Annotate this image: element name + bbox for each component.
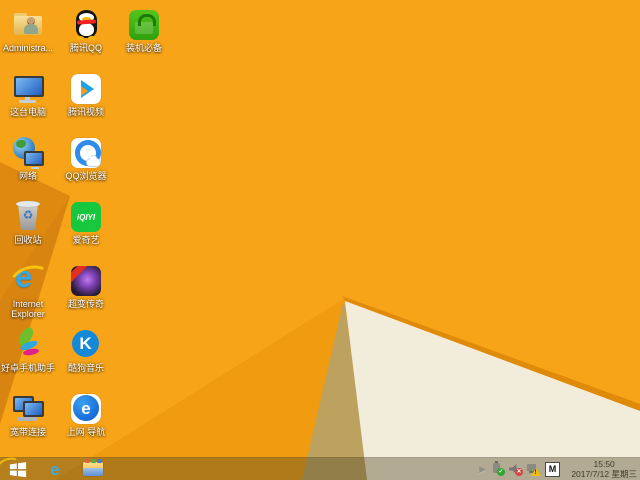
desktop-icon-web-nav[interactable]: e 上网 导航: [58, 392, 114, 454]
tencent-video-icon: [69, 72, 103, 106]
desktop-icon-internet-explorer[interactable]: e Internet Explorer: [0, 264, 56, 326]
icon-label: 装机必备: [126, 43, 162, 53]
iqiyi-icon: iQIYI: [69, 200, 103, 234]
clock-date: 2017/7/12 星期三: [571, 469, 637, 479]
taskbar: e ▶ ✓ ✕ ! M 15:50 2017/7/12 星期: [0, 457, 640, 480]
desktop-icon-administrator[interactable]: Administra...: [0, 8, 56, 70]
qq-penguin-icon: [69, 8, 103, 42]
icon-label: 腾讯QQ: [70, 43, 102, 53]
desktop-icon-iqiyi[interactable]: iQIYI 爱奇艺: [58, 200, 114, 262]
game-icon: [69, 264, 103, 298]
file-explorer-icon: [83, 462, 103, 476]
taskbar-explorer-button[interactable]: [74, 458, 112, 480]
desktop-icon-chuanqi-game[interactable]: 超变传奇: [58, 264, 114, 326]
icon-label: 酷狗音乐: [68, 363, 104, 373]
admin-folder-icon: [11, 8, 45, 42]
phone-assistant-icon: [11, 328, 45, 362]
desktop-icon-zhuangji-bibei[interactable]: 装机必备: [116, 8, 172, 70]
icon-label: 好卓手机助手: [1, 363, 55, 373]
icon-label: Administra...: [3, 43, 53, 53]
icon-label: 爱奇艺: [72, 235, 99, 245]
icon-label: 腾讯视频: [68, 107, 104, 117]
internet-explorer-icon: e: [11, 264, 45, 298]
desktop-icon-qq-browser[interactable]: QQ浏览器: [58, 136, 114, 198]
broadband-connection-icon: [11, 392, 45, 426]
qq-browser-icon: [69, 136, 103, 170]
desktop-icon-haozhuo-assistant[interactable]: 好卓手机助手: [0, 328, 56, 390]
desktop-icon-tencent-qq[interactable]: 腾讯QQ: [58, 8, 114, 70]
icon-label: 网络: [19, 171, 37, 181]
icon-label: QQ浏览器: [65, 171, 106, 181]
desktop-icon-kugou-music[interactable]: K 酷狗音乐: [58, 328, 114, 390]
input-method-indicator[interactable]: M: [545, 462, 560, 477]
desktop: Administra... 腾讯QQ 装机必备 这台电脑 腾讯视频: [0, 0, 640, 480]
green-bag-icon: [127, 8, 161, 42]
icon-label: 回收站: [14, 235, 41, 245]
system-tray: ▶ ✓ ✕ ! M: [479, 458, 560, 480]
icon-label: Internet Explorer: [0, 299, 56, 319]
network-warning-icon[interactable]: !: [527, 462, 540, 476]
ie-icon: e: [50, 461, 59, 478]
icon-label: 超变传奇: [68, 299, 104, 309]
safely-remove-hardware-icon[interactable]: ✓: [491, 462, 504, 476]
icon-label: 宽带连接: [10, 427, 46, 437]
web-nav-icon: e: [69, 392, 103, 426]
icon-label: 上网 导航: [67, 427, 106, 437]
desktop-icon-this-pc[interactable]: 这台电脑: [0, 72, 56, 134]
desktop-icon-network[interactable]: 网络: [0, 136, 56, 198]
desktop-icon-broadband[interactable]: 宽带连接: [0, 392, 56, 454]
computer-icon: [11, 72, 45, 106]
icon-label: 这台电脑: [10, 107, 46, 117]
desktop-icon-tencent-video[interactable]: 腾讯视频: [58, 72, 114, 134]
kugou-icon: K: [69, 328, 103, 362]
network-globe-icon: [11, 136, 45, 170]
recycle-bin-icon: ♻: [11, 200, 45, 234]
taskbar-clock[interactable]: 15:50 2017/7/12 星期三: [571, 459, 637, 479]
clock-time: 15:50: [594, 459, 615, 469]
desktop-icon-recycle-bin[interactable]: ♻ 回收站: [0, 200, 56, 262]
volume-muted-icon[interactable]: ✕: [509, 462, 522, 476]
taskbar-ie-button[interactable]: e: [36, 458, 74, 480]
show-hidden-icons-arrow-icon[interactable]: ▶: [479, 464, 486, 475]
